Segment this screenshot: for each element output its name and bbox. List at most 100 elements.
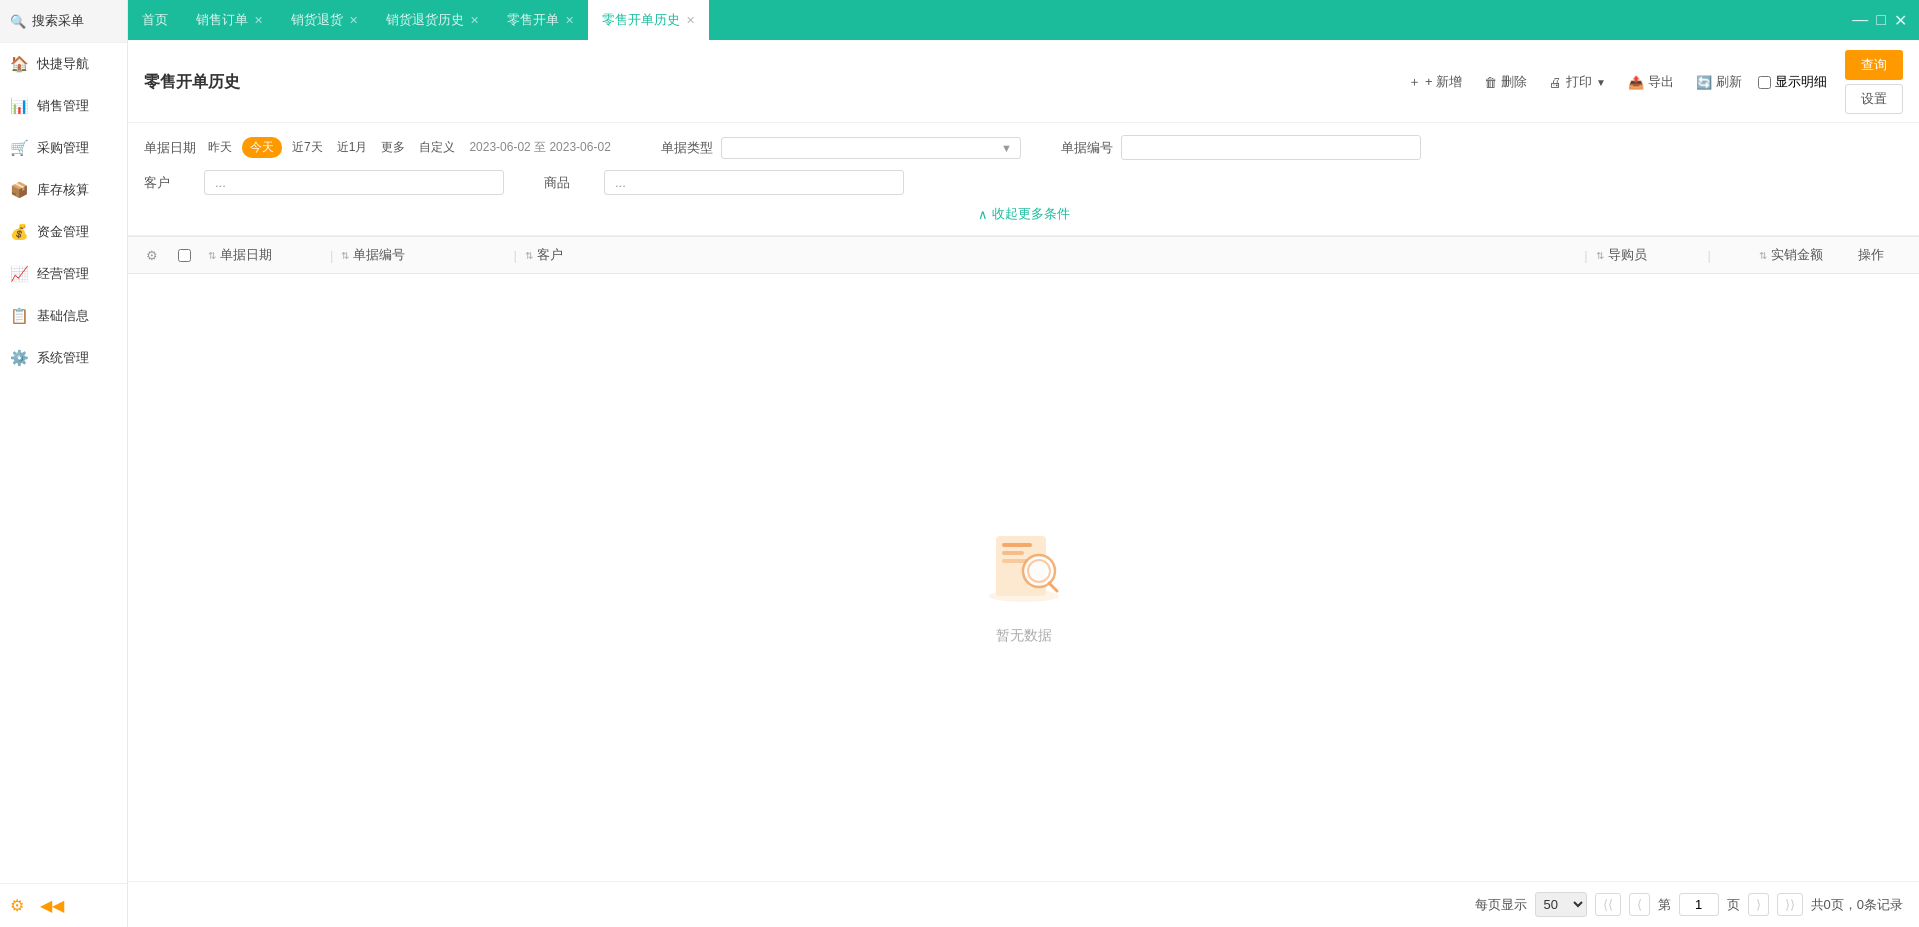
th-guide[interactable]: ⇅ 导购员: [1588, 246, 1708, 264]
sales-icon: 📊: [10, 97, 29, 115]
th-num[interactable]: ⇅ 单据编号: [333, 246, 513, 264]
th-client-label: 客户: [537, 246, 563, 264]
doc-num-input[interactable]: [1121, 135, 1421, 160]
date-btn-7days[interactable]: 近7天: [288, 137, 327, 158]
display-detail-checkbox[interactable]: [1758, 76, 1771, 89]
sort-icon: ⇅: [341, 250, 349, 261]
window-maximize-icon[interactable]: □: [1876, 11, 1886, 29]
sidebar-item-label: 基础信息: [37, 307, 89, 325]
page-first-button[interactable]: ⟨⟨: [1595, 893, 1621, 916]
close-icon[interactable]: ✕: [470, 14, 479, 27]
operations-icon: 📈: [10, 265, 29, 283]
close-icon[interactable]: ✕: [565, 14, 574, 27]
top-nav: 首页 销售订单 ✕ 销货退货 ✕ 销货退货历史 ✕ 零售开单 ✕ 零售开单历史 …: [128, 0, 1919, 40]
settings-bottom-icon[interactable]: ⚙: [10, 896, 24, 915]
total-info: 共0页，0条记录: [1811, 896, 1903, 914]
finance-icon: 💰: [10, 223, 29, 241]
goods-input[interactable]: ...: [604, 170, 904, 195]
sidebar-item-label: 资金管理: [37, 223, 89, 241]
add-label: + 新增: [1425, 73, 1462, 91]
tab-sales-return-history[interactable]: 销货退货历史 ✕: [372, 0, 493, 40]
query-button[interactable]: 查询: [1845, 50, 1903, 80]
page-header: 零售开单历史 ＋ + 新增 🗑 删除 🖨 打印 ▼ 📤 导出: [128, 40, 1919, 123]
sort-icon: ⇅: [208, 250, 216, 261]
sidebar-search-label: 搜索采单: [32, 12, 84, 30]
close-icon[interactable]: ✕: [349, 14, 358, 27]
basic-info-icon: 📋: [10, 307, 29, 325]
date-btn-yesterday[interactable]: 昨天: [204, 137, 236, 158]
page-title: 零售开单历史: [144, 72, 240, 93]
column-settings-icon[interactable]: ⚙: [136, 248, 168, 263]
select-all-checkbox[interactable]: [178, 249, 191, 262]
sort-icon: ⇅: [1596, 250, 1604, 261]
customer-label: 客户: [144, 174, 204, 192]
sidebar-item-finance[interactable]: 💰 资金管理: [0, 211, 127, 253]
purchase-icon: 🛒: [10, 139, 29, 157]
collapse-button[interactable]: ∧ 收起更多条件: [978, 205, 1070, 223]
sidebar-item-sys-mgmt[interactable]: ⚙️ 系统管理: [0, 337, 127, 379]
date-btn-more[interactable]: 更多: [377, 137, 409, 158]
close-icon[interactable]: ✕: [686, 14, 695, 27]
print-button[interactable]: 🖨 打印 ▼: [1543, 69, 1612, 95]
pagination: 每页显示 50 20 100 ⟨⟨ ⟨ 第 页 ⟩ ⟩⟩ 共0页，0条记录: [128, 881, 1919, 927]
customer-input[interactable]: ...: [204, 170, 504, 195]
date-btn-custom[interactable]: 自定义: [415, 137, 459, 158]
display-detail-label: 显示明细: [1775, 73, 1827, 91]
filter-row-1: 单据日期 昨天 今天 近7天 近1月 更多 自定义 2023-06-02 至 2…: [144, 135, 1903, 160]
add-icon: ＋: [1408, 73, 1421, 91]
home-icon: 🏠: [10, 55, 29, 73]
th-date[interactable]: ⇅ 单据日期: [200, 246, 330, 264]
empty-text: 暂无数据: [996, 627, 1052, 645]
doc-type-select[interactable]: ▼: [721, 137, 1021, 159]
window-minimize-icon[interactable]: —: [1852, 11, 1868, 29]
tab-retail-open[interactable]: 零售开单 ✕: [493, 0, 588, 40]
select-all-checkbox-container: [168, 249, 200, 262]
date-btn-1month[interactable]: 近1月: [333, 137, 372, 158]
th-op: 操作: [1831, 246, 1911, 264]
collapse-sidebar-icon[interactable]: ◀◀: [40, 896, 64, 915]
doc-type-label: 单据类型: [661, 139, 721, 157]
sidebar-item-inventory[interactable]: 📦 库存核算: [0, 169, 127, 211]
doc-type-arrow-icon: ▼: [1001, 142, 1012, 154]
export-icon: 📤: [1628, 75, 1644, 90]
page-last-button[interactable]: ⟩⟩: [1777, 893, 1803, 916]
refresh-button[interactable]: 🔄 刷新: [1690, 69, 1748, 95]
close-icon[interactable]: ✕: [254, 14, 263, 27]
sort-icon: ⇅: [525, 250, 533, 261]
table-area: ⚙ ⇅ 单据日期 | ⇅ 单据编号 | ⇅ 客户 |: [128, 236, 1919, 927]
delete-button[interactable]: 🗑 删除: [1478, 69, 1533, 95]
date-btn-today[interactable]: 今天: [242, 137, 282, 158]
tab-home[interactable]: 首页: [128, 0, 182, 40]
page-size-select[interactable]: 50 20 100: [1535, 892, 1587, 917]
doc-num-label: 单据编号: [1061, 139, 1121, 157]
page-suffix: 页: [1727, 896, 1740, 914]
add-button[interactable]: ＋ + 新增: [1402, 69, 1468, 95]
display-detail-container: 显示明细: [1758, 73, 1827, 91]
sidebar-item-operations[interactable]: 📈 经营管理: [0, 253, 127, 295]
page-next-button[interactable]: ⟩: [1748, 893, 1769, 916]
page-prev-button[interactable]: ⟨: [1629, 893, 1650, 916]
sidebar-item-purchase-mgmt[interactable]: 🛒 采购管理: [0, 127, 127, 169]
refresh-label: 刷新: [1716, 73, 1742, 91]
th-date-label: 单据日期: [220, 246, 272, 264]
th-num-label: 单据编号: [353, 246, 405, 264]
sidebar-search[interactable]: 🔍 搜索采单: [0, 0, 127, 43]
sidebar-item-quick-nav[interactable]: 🏠 快捷导航: [0, 43, 127, 85]
sidebar-item-basic-info[interactable]: 📋 基础信息: [0, 295, 127, 337]
sidebar-item-sales-mgmt[interactable]: 📊 销售管理: [0, 85, 127, 127]
tab-sales-order[interactable]: 销售订单 ✕: [182, 0, 277, 40]
settings-button[interactable]: 设置: [1845, 84, 1903, 114]
print-arrow-icon: ▼: [1596, 77, 1606, 88]
th-client[interactable]: ⇅ 客户: [517, 246, 1584, 264]
tab-home-label: 首页: [142, 11, 168, 29]
export-button[interactable]: 📤 导出: [1622, 69, 1680, 95]
page-number-input[interactable]: [1679, 893, 1719, 916]
th-amount[interactable]: ⇅ 实销金额: [1711, 246, 1831, 264]
main-area: 首页 销售订单 ✕ 销货退货 ✕ 销货退货历史 ✕ 零售开单 ✕ 零售开单历史 …: [128, 0, 1919, 927]
svg-rect-2: [1002, 543, 1032, 547]
sys-icon: ⚙️: [10, 349, 29, 367]
tab-sales-return[interactable]: 销货退货 ✕: [277, 0, 372, 40]
window-close-icon[interactable]: ✕: [1894, 11, 1907, 30]
tab-retail-open-history[interactable]: 零售开单历史 ✕: [588, 0, 709, 40]
collapse-row: ∧ 收起更多条件: [144, 205, 1903, 223]
